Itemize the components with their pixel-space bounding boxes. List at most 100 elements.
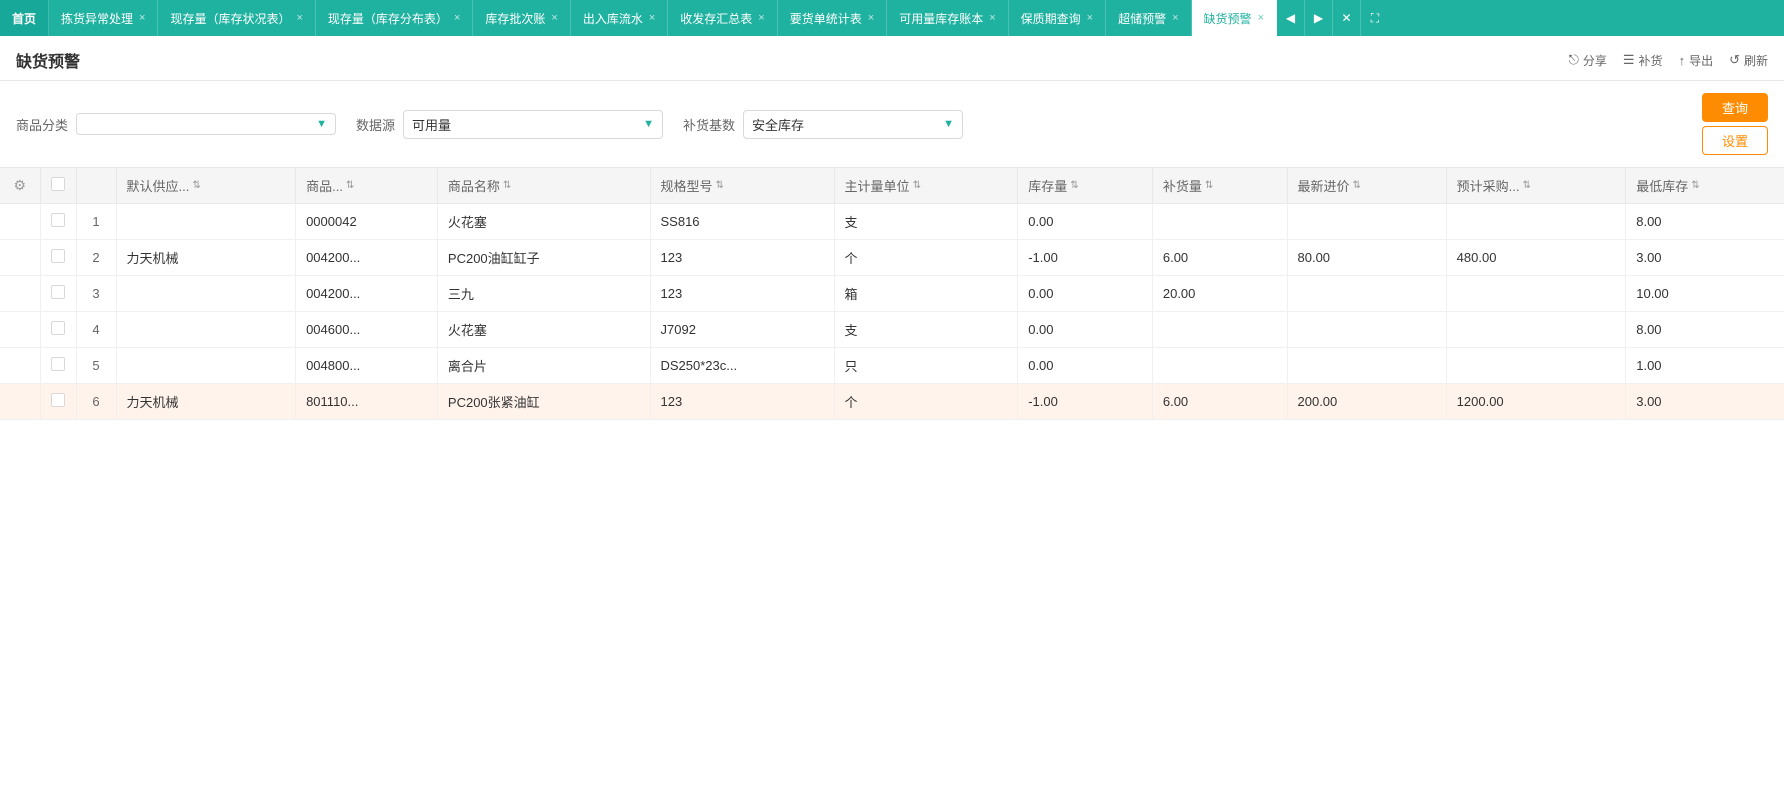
- tab-order-stat[interactable]: 要货单统计表 ×: [778, 0, 887, 36]
- tab-shortage-label: 缺货预警: [1204, 10, 1252, 27]
- td-est-purchase-4: [1446, 348, 1626, 384]
- tab-inout-close[interactable]: ×: [649, 12, 655, 24]
- tab-available-close[interactable]: ×: [989, 12, 995, 24]
- td-supplier-5: 力天机械: [116, 384, 296, 420]
- tab-inout[interactable]: 出入库流水 ×: [571, 0, 668, 36]
- td-stock-4: 0.00: [1018, 348, 1153, 384]
- tab-expiry-close[interactable]: ×: [1087, 12, 1093, 24]
- td-spec-3: J7092: [650, 312, 834, 348]
- filter-replenish-base-arrow: ▼: [943, 118, 954, 130]
- row-checkbox-2[interactable]: [51, 285, 65, 299]
- td-replenish-1: 6.00: [1152, 240, 1287, 276]
- td-min-stock-5: 3.00: [1626, 384, 1784, 420]
- th-replenish-sort-icon[interactable]: ⇅: [1205, 180, 1213, 191]
- tab-inventory-dist[interactable]: 现存量（库存分布表） ×: [316, 0, 473, 36]
- th-spec-sort-icon[interactable]: ⇅: [716, 180, 724, 191]
- select-all-checkbox[interactable]: [51, 177, 65, 191]
- td-latest-price-0: [1287, 204, 1446, 240]
- row-checkbox-5[interactable]: [51, 393, 65, 407]
- tab-exception-close[interactable]: ×: [139, 12, 145, 24]
- tab-expiry[interactable]: 保质期查询 ×: [1009, 0, 1106, 36]
- table-row[interactable]: 6 力天机械 801110... PC200张紧油缸 123 个 -1.00 6…: [0, 384, 1784, 420]
- th-est-purchase-sort-icon[interactable]: ⇅: [1523, 180, 1531, 191]
- column-settings-icon[interactable]: ⚙: [13, 177, 26, 193]
- tab-inventory-dist-close[interactable]: ×: [454, 12, 460, 24]
- row-checkbox-0[interactable]: [51, 213, 65, 227]
- th-product-name-sort-icon[interactable]: ⇅: [503, 180, 511, 191]
- td-latest-price-3: [1287, 312, 1446, 348]
- td-settings-2: [0, 276, 40, 312]
- filter-datasource-arrow: ▼: [643, 118, 654, 130]
- filter-datasource-select[interactable]: 可用量 ▼: [403, 110, 663, 139]
- td-replenish-3: [1152, 312, 1287, 348]
- filter-category-select[interactable]: ▼: [76, 113, 336, 135]
- td-product-name-0: 火花塞: [437, 204, 650, 240]
- th-unit-sort-icon[interactable]: ⇅: [913, 180, 921, 191]
- filter-replenish-base-value: 安全库存: [752, 115, 804, 134]
- th-supplier-sort-icon[interactable]: ⇅: [192, 180, 200, 191]
- row-checkbox-3[interactable]: [51, 321, 65, 335]
- table-row[interactable]: 3 004200... 三九 123 箱 0.00 20.00 10.00: [0, 276, 1784, 312]
- row-checkbox-4[interactable]: [51, 357, 65, 371]
- tab-prev-btn[interactable]: ◀: [1277, 0, 1305, 36]
- filter-actions: 查询 设置: [1702, 93, 1768, 155]
- refresh-action[interactable]: ↺ 刷新: [1729, 52, 1768, 69]
- td-settings-4: [0, 348, 40, 384]
- th-min-stock-sort-icon[interactable]: ⇅: [1691, 180, 1699, 191]
- th-product-code-sort-icon[interactable]: ⇅: [346, 180, 354, 191]
- table-row[interactable]: 1 0000042 火花塞 SS816 支 0.00 8.00: [0, 204, 1784, 240]
- tab-collect-label: 收发存汇总表: [680, 10, 752, 27]
- page-title: 缺货预警: [16, 48, 80, 72]
- tab-expand-btn[interactable]: ⛶: [1361, 0, 1389, 36]
- td-stock-3: 0.00: [1018, 312, 1153, 348]
- filter-replenish-base-select[interactable]: 安全库存 ▼: [743, 110, 963, 139]
- tab-order-stat-close[interactable]: ×: [868, 12, 874, 24]
- tab-inventory-status-close[interactable]: ×: [296, 12, 302, 24]
- tab-collect-close[interactable]: ×: [758, 12, 764, 24]
- tab-shortage[interactable]: 缺货预警 ×: [1192, 0, 1277, 36]
- table-row[interactable]: 4 004600... 火花塞 J7092 支 0.00 8.00: [0, 312, 1784, 348]
- td-spec-0: SS816: [650, 204, 834, 240]
- tab-overstock[interactable]: 超储预警 ×: [1106, 0, 1191, 36]
- td-index-0: 1: [76, 204, 116, 240]
- td-product-code-4: 004800...: [296, 348, 438, 384]
- td-index-4: 5: [76, 348, 116, 384]
- tab-available[interactable]: 可用量库存账本 ×: [887, 0, 1008, 36]
- th-unit-label: 主计量单位: [845, 176, 910, 195]
- th-index: [76, 168, 116, 204]
- settings-button[interactable]: 设置: [1702, 126, 1768, 155]
- query-button[interactable]: 查询: [1702, 93, 1768, 122]
- filter-datasource-value: 可用量: [412, 115, 451, 134]
- th-spec-label: 规格型号: [661, 176, 713, 195]
- tab-home[interactable]: 首页: [0, 0, 49, 36]
- tab-next-btn[interactable]: ▶: [1305, 0, 1333, 36]
- share-action[interactable]: ⎋ 分享: [1569, 52, 1607, 69]
- td-min-stock-4: 1.00: [1626, 348, 1784, 384]
- replenish-action[interactable]: ☰ 补货: [1623, 52, 1663, 69]
- tab-collect[interactable]: 收发存汇总表 ×: [668, 0, 777, 36]
- td-supplier-0: [116, 204, 296, 240]
- tab-exception[interactable]: 拣货异常处理 ×: [49, 0, 158, 36]
- td-spec-4: DS250*23c...: [650, 348, 834, 384]
- td-min-stock-0: 8.00: [1626, 204, 1784, 240]
- table-row[interactable]: 5 004800... 离合片 DS250*23c... 只 0.00 1.00: [0, 348, 1784, 384]
- tab-overstock-close[interactable]: ×: [1172, 12, 1178, 24]
- tab-inventory-status[interactable]: 现存量（库存状况表） ×: [158, 0, 315, 36]
- export-action[interactable]: ↑ 导出: [1679, 52, 1714, 69]
- tab-shortage-close[interactable]: ×: [1258, 12, 1264, 24]
- td-min-stock-1: 3.00: [1626, 240, 1784, 276]
- table-row[interactable]: 2 力天机械 004200... PC200油缸缸子 123 个 -1.00 6…: [0, 240, 1784, 276]
- td-checkbox-4: [40, 348, 76, 384]
- refresh-label: 刷新: [1744, 52, 1768, 69]
- row-checkbox-1[interactable]: [51, 249, 65, 263]
- tab-batch[interactable]: 库存批次账 ×: [473, 0, 570, 36]
- td-supplier-1: 力天机械: [116, 240, 296, 276]
- th-latest-price-sort-icon[interactable]: ⇅: [1353, 180, 1361, 191]
- th-stock: 库存量 ⇅: [1018, 168, 1153, 204]
- tab-batch-close[interactable]: ×: [551, 12, 557, 24]
- td-unit-0: 支: [834, 204, 1018, 240]
- td-product-code-2: 004200...: [296, 276, 438, 312]
- tab-close-btn[interactable]: ✕: [1333, 0, 1361, 36]
- th-stock-sort-icon[interactable]: ⇅: [1070, 180, 1078, 191]
- td-product-code-5: 801110...: [296, 384, 438, 420]
